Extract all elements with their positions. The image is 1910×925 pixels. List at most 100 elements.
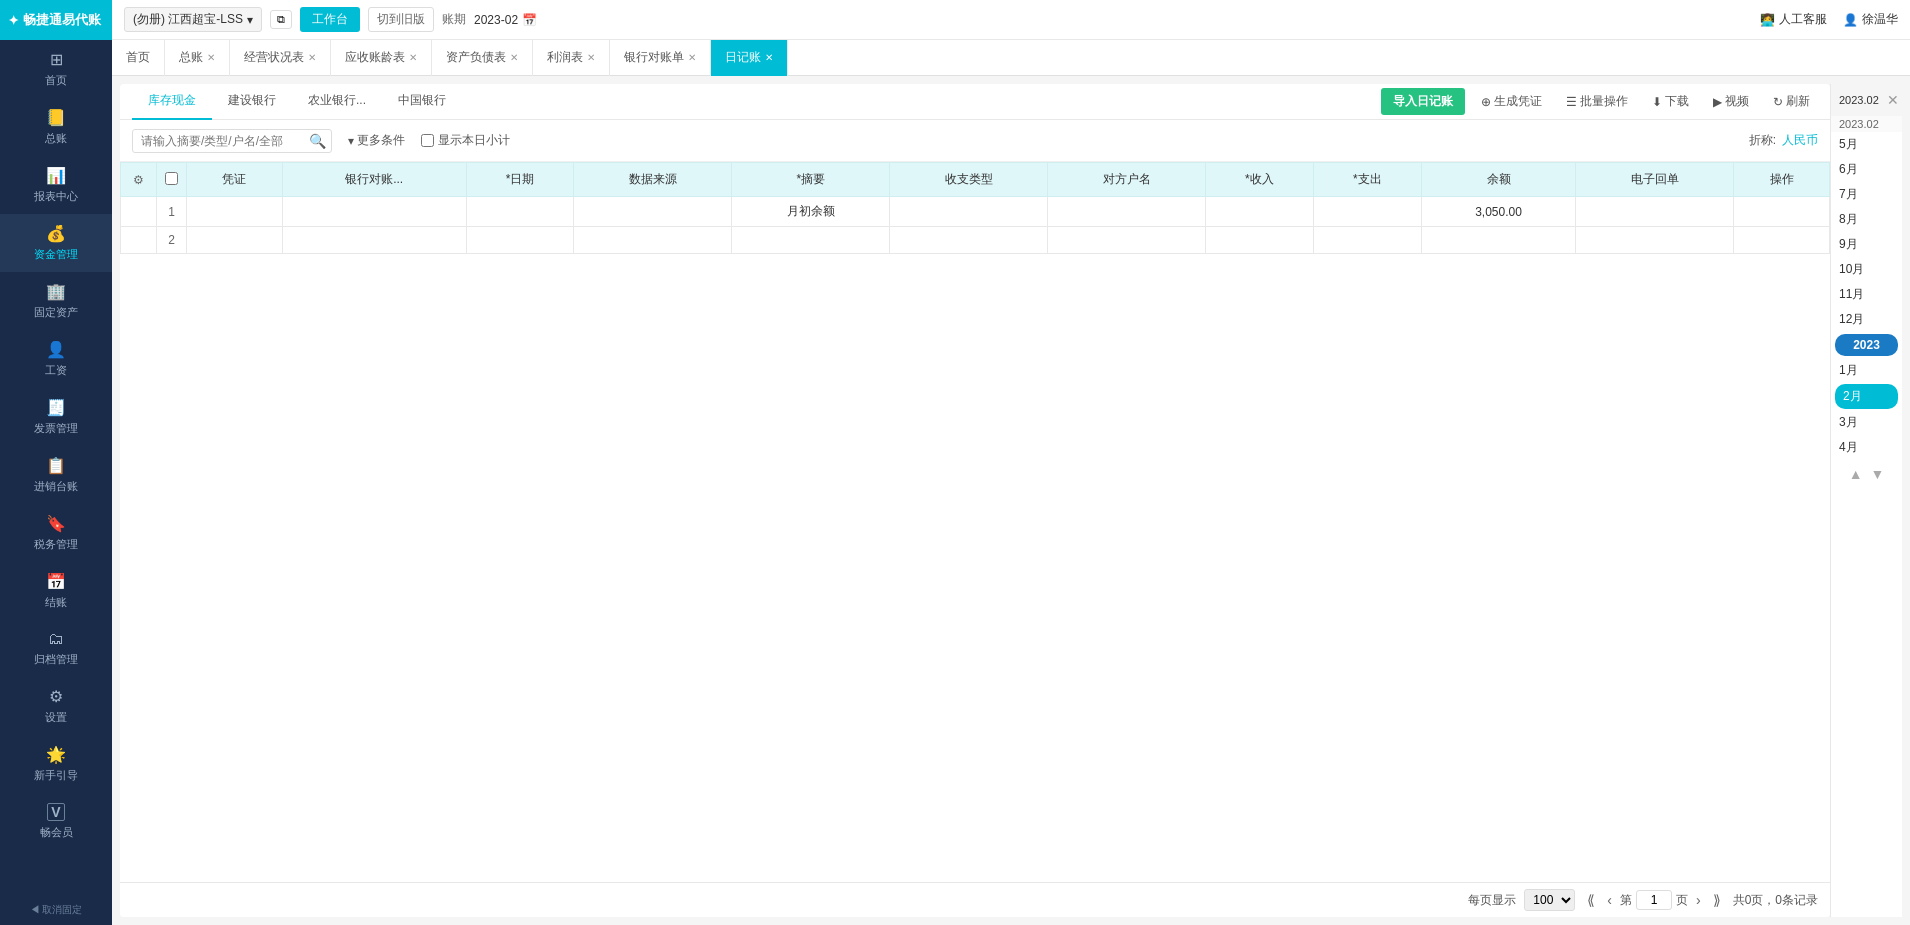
- sidebar-item-salary[interactable]: 👤 工资: [0, 330, 112, 388]
- tab-ledger-close[interactable]: ✕: [207, 52, 215, 63]
- sidebar-item-finance[interactable]: 💰 资金管理: [0, 214, 112, 272]
- date-month-7[interactable]: 7月: [1831, 182, 1902, 207]
- tab-assets-close[interactable]: ✕: [510, 52, 518, 63]
- first-page-button[interactable]: ⟪: [1583, 892, 1599, 908]
- sub-tab-zhongguo[interactable]: 中国银行: [382, 84, 462, 120]
- col-date: *日期: [466, 163, 574, 197]
- scroll-up-icon[interactable]: ▲: [1849, 466, 1863, 482]
- copy-button[interactable]: ⧉: [270, 10, 292, 29]
- sidebar-item-sales[interactable]: 📋 进销台账: [0, 446, 112, 504]
- sidebar-item-vip[interactable]: V 畅会员: [0, 793, 112, 850]
- tab-journal[interactable]: 日记账 ✕: [711, 40, 788, 76]
- row-electronic: [1576, 197, 1734, 227]
- tab-home[interactable]: 首页: [112, 40, 165, 76]
- finance-icon: 💰: [46, 224, 66, 243]
- date-month-5[interactable]: 5月: [1831, 132, 1902, 157]
- company-selector[interactable]: (勿册) 江西超宝-LSS ▾: [124, 7, 262, 32]
- sub-tab-cash[interactable]: 库存现金: [132, 84, 212, 120]
- support-button[interactable]: 👩‍💻 人工客服: [1760, 11, 1827, 28]
- tab-profit[interactable]: 利润表 ✕: [533, 40, 610, 76]
- sub-tab-jianshe[interactable]: 建设银行: [212, 84, 292, 120]
- page-label: 第: [1620, 892, 1632, 909]
- tab-journal-close[interactable]: ✕: [765, 52, 773, 63]
- guide-icon: 🌟: [46, 745, 66, 764]
- sidebar-item-settings[interactable]: ⚙ 设置: [0, 677, 112, 735]
- page-number-input[interactable]: [1636, 890, 1672, 910]
- tab-journal-label: 日记账: [725, 49, 761, 66]
- select-all-checkbox[interactable]: [165, 172, 178, 185]
- tab-receivable-close[interactable]: ✕: [409, 52, 417, 63]
- date-month-12[interactable]: 12月: [1831, 307, 1902, 332]
- download-icon: ⬇: [1652, 95, 1662, 109]
- sidebar-item-tax[interactable]: 🔖 税务管理: [0, 504, 112, 562]
- search-icon[interactable]: 🔍: [309, 133, 326, 149]
- row-voucher: [187, 227, 283, 254]
- generate-voucher-button[interactable]: ⊕ 生成凭证: [1473, 89, 1550, 114]
- tab-ledger[interactable]: 总账 ✕: [165, 40, 230, 76]
- date-panel-close-button[interactable]: ✕: [1879, 88, 1902, 112]
- month-5-label: 5月: [1839, 136, 1858, 153]
- tab-business-close[interactable]: ✕: [308, 52, 316, 63]
- search-input[interactable]: [132, 129, 332, 153]
- scroll-down-icon[interactable]: ▼: [1871, 466, 1885, 482]
- tab-business[interactable]: 经营状况表 ✕: [230, 40, 331, 76]
- download-button[interactable]: ⬇ 下载: [1644, 89, 1697, 114]
- filter-label: 更多条件: [357, 132, 405, 149]
- year-badge[interactable]: 2023: [1835, 334, 1898, 356]
- refresh-button[interactable]: ↻ 刷新: [1765, 89, 1818, 114]
- batch-icon: ☰: [1566, 95, 1577, 109]
- period-value[interactable]: 2023-02 📅: [474, 13, 537, 27]
- per-page-select[interactable]: 100 50 200: [1524, 889, 1575, 911]
- page-suffix: 页: [1676, 892, 1688, 909]
- sidebar-item-invoice[interactable]: 🧾 发票管理: [0, 388, 112, 446]
- journal-table: ⚙ 凭证 银行对账... *日期 数据来源 *摘要 收支类型 对方户名 *收入 …: [120, 162, 1830, 254]
- row-electronic: [1576, 227, 1734, 254]
- old-version-button[interactable]: 切到旧版: [368, 7, 434, 32]
- last-page-button[interactable]: ⟫: [1709, 892, 1725, 908]
- tab-profit-close[interactable]: ✕: [587, 52, 595, 63]
- date-month-1[interactable]: 1月: [1831, 358, 1902, 383]
- sidebar-item-reports[interactable]: 📊 报表中心: [0, 156, 112, 214]
- next-page-button[interactable]: ›: [1692, 892, 1705, 908]
- date-month-8[interactable]: 8月: [1831, 207, 1902, 232]
- month-2-label: 2月: [1843, 388, 1862, 405]
- video-label: 视频: [1725, 93, 1749, 110]
- row-settings: [121, 227, 157, 254]
- sub-tab-nongye[interactable]: 农业银行...: [292, 84, 382, 120]
- row-balance: 3,050.00: [1421, 197, 1576, 227]
- show-daily-total-checkbox[interactable]: [421, 134, 434, 147]
- video-button[interactable]: ▶ 视频: [1705, 89, 1757, 114]
- sidebar-item-archive[interactable]: 🗂 归档管理: [0, 620, 112, 677]
- row-expense: [1313, 197, 1421, 227]
- import-journal-button[interactable]: 导入日记账: [1381, 88, 1465, 115]
- row-counterpart: [1048, 227, 1206, 254]
- settings-col-icon[interactable]: ⚙: [133, 173, 144, 187]
- date-month-3[interactable]: 3月: [1831, 410, 1902, 435]
- unpin-button[interactable]: ◀ 取消固定: [0, 895, 112, 925]
- filter-button[interactable]: ▾ 更多条件: [340, 128, 413, 153]
- sidebar-item-home[interactable]: ⊞ 首页: [0, 40, 112, 98]
- date-month-11[interactable]: 11月: [1831, 282, 1902, 307]
- tab-assets[interactable]: 资产负债表 ✕: [432, 40, 533, 76]
- currency-value[interactable]: 人民币: [1782, 132, 1818, 149]
- sidebar-item-guide[interactable]: 🌟 新手引导: [0, 735, 112, 793]
- date-month-9[interactable]: 9月: [1831, 232, 1902, 257]
- batch-operation-button[interactable]: ☰ 批量操作: [1558, 89, 1636, 114]
- user-menu[interactable]: 👤 徐温华: [1843, 11, 1898, 28]
- prev-page-button[interactable]: ‹: [1603, 892, 1616, 908]
- show-daily-total-label[interactable]: 显示本日小计: [421, 132, 510, 149]
- date-month-4[interactable]: 4月: [1831, 435, 1902, 460]
- tab-profit-label: 利润表: [547, 49, 583, 66]
- date-month-10[interactable]: 10月: [1831, 257, 1902, 282]
- home-icon: ⊞: [50, 50, 63, 69]
- date-month-2-selected[interactable]: 2月: [1835, 384, 1898, 409]
- date-month-6[interactable]: 6月: [1831, 157, 1902, 182]
- tab-bank[interactable]: 银行对账单 ✕: [610, 40, 711, 76]
- tab-receivable[interactable]: 应收账龄表 ✕: [331, 40, 432, 76]
- sidebar-item-fixed[interactable]: 🏢 固定资产: [0, 272, 112, 330]
- download-label: 下载: [1665, 93, 1689, 110]
- tab-bank-close[interactable]: ✕: [688, 52, 696, 63]
- workbench-button[interactable]: 工作台: [300, 7, 360, 32]
- sidebar-item-close[interactable]: 📅 结账: [0, 562, 112, 620]
- sidebar-item-ledger[interactable]: 📒 总账: [0, 98, 112, 156]
